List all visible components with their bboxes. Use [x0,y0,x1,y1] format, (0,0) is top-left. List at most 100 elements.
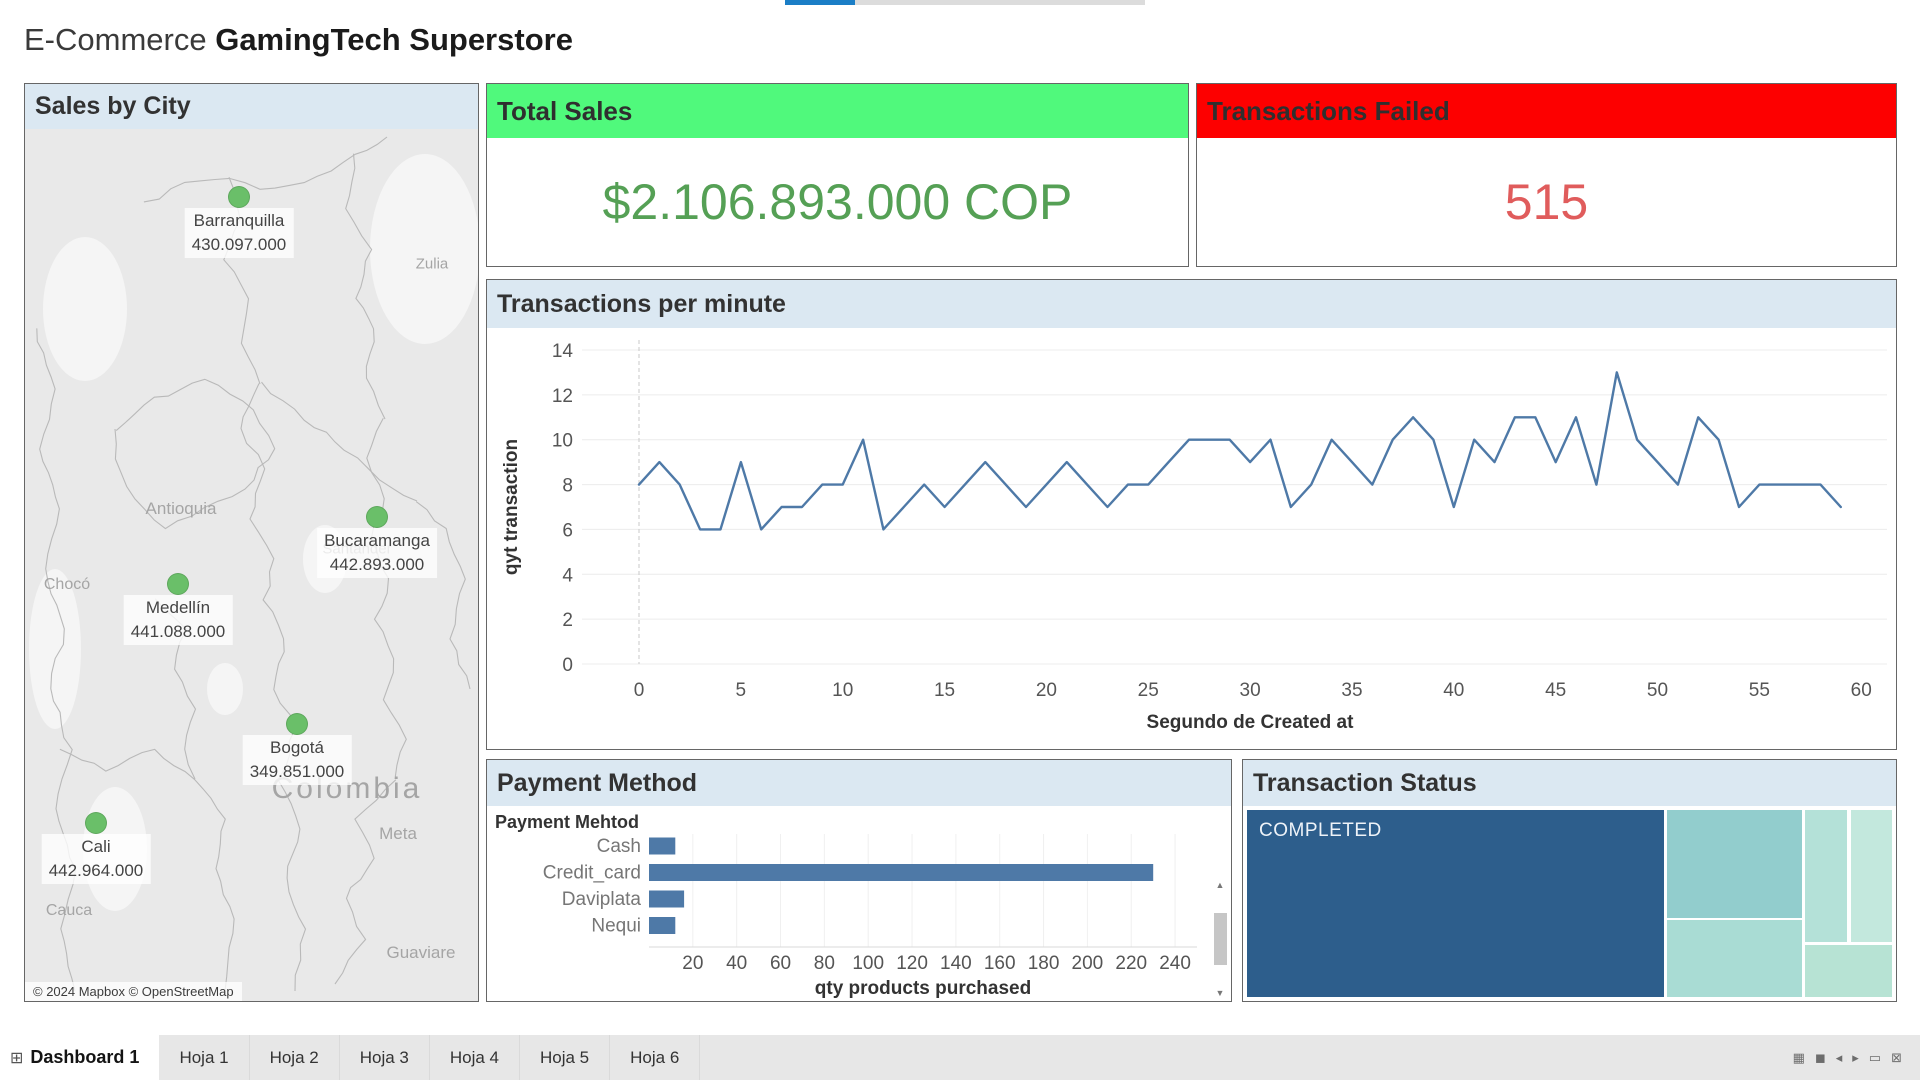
tab-hoja-5[interactable]: Hoja 5 [520,1035,611,1080]
bar-x-tick-label: 100 [852,953,884,974]
sheet-sorter-icon[interactable]: ▦ [1793,1050,1805,1066]
scroll-down-icon[interactable]: ▼ [1216,988,1225,998]
bar-x-tick-label: 220 [1115,953,1147,974]
sheet-tab-bar: ⊞ Dashboard 1 Hoja 1 Hoja 2 Hoja 3 Hoja 4 Hoj… [0,1035,1920,1080]
x-tick-label: 30 [1240,680,1261,701]
dashboard-root: E-Commerce GamingTech Superstore Sales b… [0,0,1920,1080]
payment-bar[interactable] [649,890,685,908]
city-name: Bucaramanga [324,531,430,550]
map-terrain-patch [43,237,127,381]
tab-dashboard-1[interactable]: ⊞ Dashboard 1 [0,1035,160,1080]
map-region-label: Cauca [45,902,93,919]
city-marker-dot[interactable] [366,506,388,528]
top-scrollbar-track[interactable] [855,0,1145,5]
map-attribution: © 2024 Mapbox © OpenStreetMap [25,982,242,1001]
treemap-block-label: COMPLETED [1259,820,1382,841]
city-marker-dot[interactable] [286,713,308,735]
bar-category-label: Nequi [591,916,641,937]
x-tick-label: 0 [634,680,645,701]
transactions-failed-value: 515 [1504,174,1589,230]
y-tick-label: 12 [552,386,573,407]
payment-method-panel: Payment Method Payment Mehtod Cash Credit_… [486,759,1232,1002]
treemap-block-completed[interactable]: COMPLETED [1247,810,1664,997]
top-scrollbar-thumb[interactable] [785,0,855,5]
payment-bar[interactable] [649,864,1154,881]
map-region-label: Chocó [43,576,91,593]
payment-bar[interactable] [649,837,676,855]
bar-axis-header: Payment Mehtod [495,812,639,832]
tab-hoja-3[interactable]: Hoja 3 [340,1035,430,1080]
treemap-block[interactable] [1804,944,1892,997]
city-name: Cali [81,837,111,856]
bar-x-axis-title: qty products purchased [815,978,1031,999]
tab-hoja-1[interactable]: Hoja 1 [159,1035,250,1080]
presentation-mode-icon[interactable]: ▭ [1869,1050,1881,1066]
fullscreen-icon[interactable]: ⊠ [1891,1050,1902,1066]
city-sales-value: 441.088.000 [130,622,226,642]
tab-label: Hoja 1 [179,1047,229,1067]
statusbar-icons: ▦ ◼ ◂ ▸ ▭ ⊠ [1793,1035,1902,1080]
city-marker-dot[interactable] [167,573,189,595]
city-sales-value: 442.893.000 [329,555,425,575]
scrollbar-thumb[interactable] [1213,913,1227,965]
total-sales-card: Total Sales $2.106.893.000 COP [486,83,1189,267]
tab-strip-filler [700,1035,1920,1080]
x-tick-label: 40 [1443,680,1464,701]
bar-category-label: Daviplata [562,889,642,910]
y-tick-label: 0 [562,655,573,676]
map-boundary-line [240,383,307,992]
map-canvas[interactable]: ZuliaAntioquiaSantanderChocóColombiaMeta… [25,129,478,1001]
tab-hoja-2[interactable]: Hoja 2 [250,1035,340,1080]
y-tick-label: 6 [562,520,573,541]
bar-x-tick-label: 40 [726,953,747,974]
transactions-line-chart[interactable]: 0 2 4 6 8 10 12 14 0 5 10 15 20 25 30 35 40 45 50 55 60 qyt t… [487,328,1896,749]
city-marker-dot[interactable] [85,812,107,834]
sales-by-city-panel: Sales by City ZuliaAntioquiaSantanderCho… [24,83,479,1002]
total-sales-title: Total Sales [497,95,633,126]
film-strip-icon[interactable]: ◼ [1815,1050,1826,1066]
bar-x-tick-label: 200 [1072,953,1104,974]
city-label: Bogotá 349.851.000 [242,735,352,786]
treemap-block[interactable] [1804,810,1848,942]
city-marker-dot[interactable] [228,186,250,208]
scroll-up-icon[interactable]: ▲ [1216,880,1225,890]
y-tick-label: 14 [552,341,574,362]
payment-method-bar-chart[interactable]: Payment Mehtod Cash Credit_card Daviplata Ne… [487,806,1231,1001]
x-tick-label: 10 [832,680,853,701]
y-axis-title: qyt transaction [501,439,522,575]
tab-label: Dashboard 1 [30,1047,140,1067]
sales-by-city-header: Sales by City [25,84,478,129]
dashboard-grid-icon: ⊞ [10,1049,24,1067]
tab-hoja-6[interactable]: Hoja 6 [610,1035,701,1080]
treemap-block[interactable] [1666,920,1802,997]
city-sales-value: 442.964.000 [48,861,144,881]
transaction-status-header: Transaction Status [1243,760,1896,806]
x-tick-label: 50 [1647,680,1668,701]
treemap-block[interactable] [1850,810,1892,942]
x-axis-title: Segundo de Created at [1147,712,1355,733]
bar-x-tick-label: 180 [1028,953,1060,974]
transactions-line-series[interactable] [637,371,1843,531]
sheet-tab-strip: Hoja 1 Hoja 2 Hoja 3 Hoja 4 Hoja 5 Hoja 6 [159,1035,1920,1080]
payment-bar[interactable] [649,917,676,934]
previous-sheet-icon[interactable]: ◂ [1836,1050,1843,1066]
tab-label: Hoja 2 [269,1047,319,1067]
next-sheet-icon[interactable]: ▸ [1852,1050,1859,1066]
map-region-label: Meta [379,824,417,843]
bar-x-tick-label: 80 [814,953,835,974]
y-tick-label: 8 [562,476,573,497]
city-label: Bucaramanga 442.893.000 [317,528,437,579]
payment-scrollbar[interactable]: ▲ ▼ [1211,880,1229,998]
tab-hoja-4[interactable]: Hoja 4 [430,1035,520,1080]
city-sales-value: 349.851.000 [249,762,345,782]
page-title: E-Commerce GamingTech Superstore [24,22,573,58]
city-name: Barranquilla [193,211,285,230]
transactions-per-minute-panel: Transactions per minute 0 2 4 6 8 10 12 14 0 5 10 1… [486,279,1897,750]
payment-method-title: Payment Method [497,768,698,797]
city-sales-value: 430.097.000 [191,235,287,255]
city-label: Barranquilla 430.097.000 [184,208,294,259]
treemap-block[interactable] [1666,810,1802,918]
x-tick-label: 35 [1341,680,1362,701]
total-sales-value: $2.106.893.000 COP [602,174,1073,230]
x-tick-label: 20 [1036,680,1057,701]
